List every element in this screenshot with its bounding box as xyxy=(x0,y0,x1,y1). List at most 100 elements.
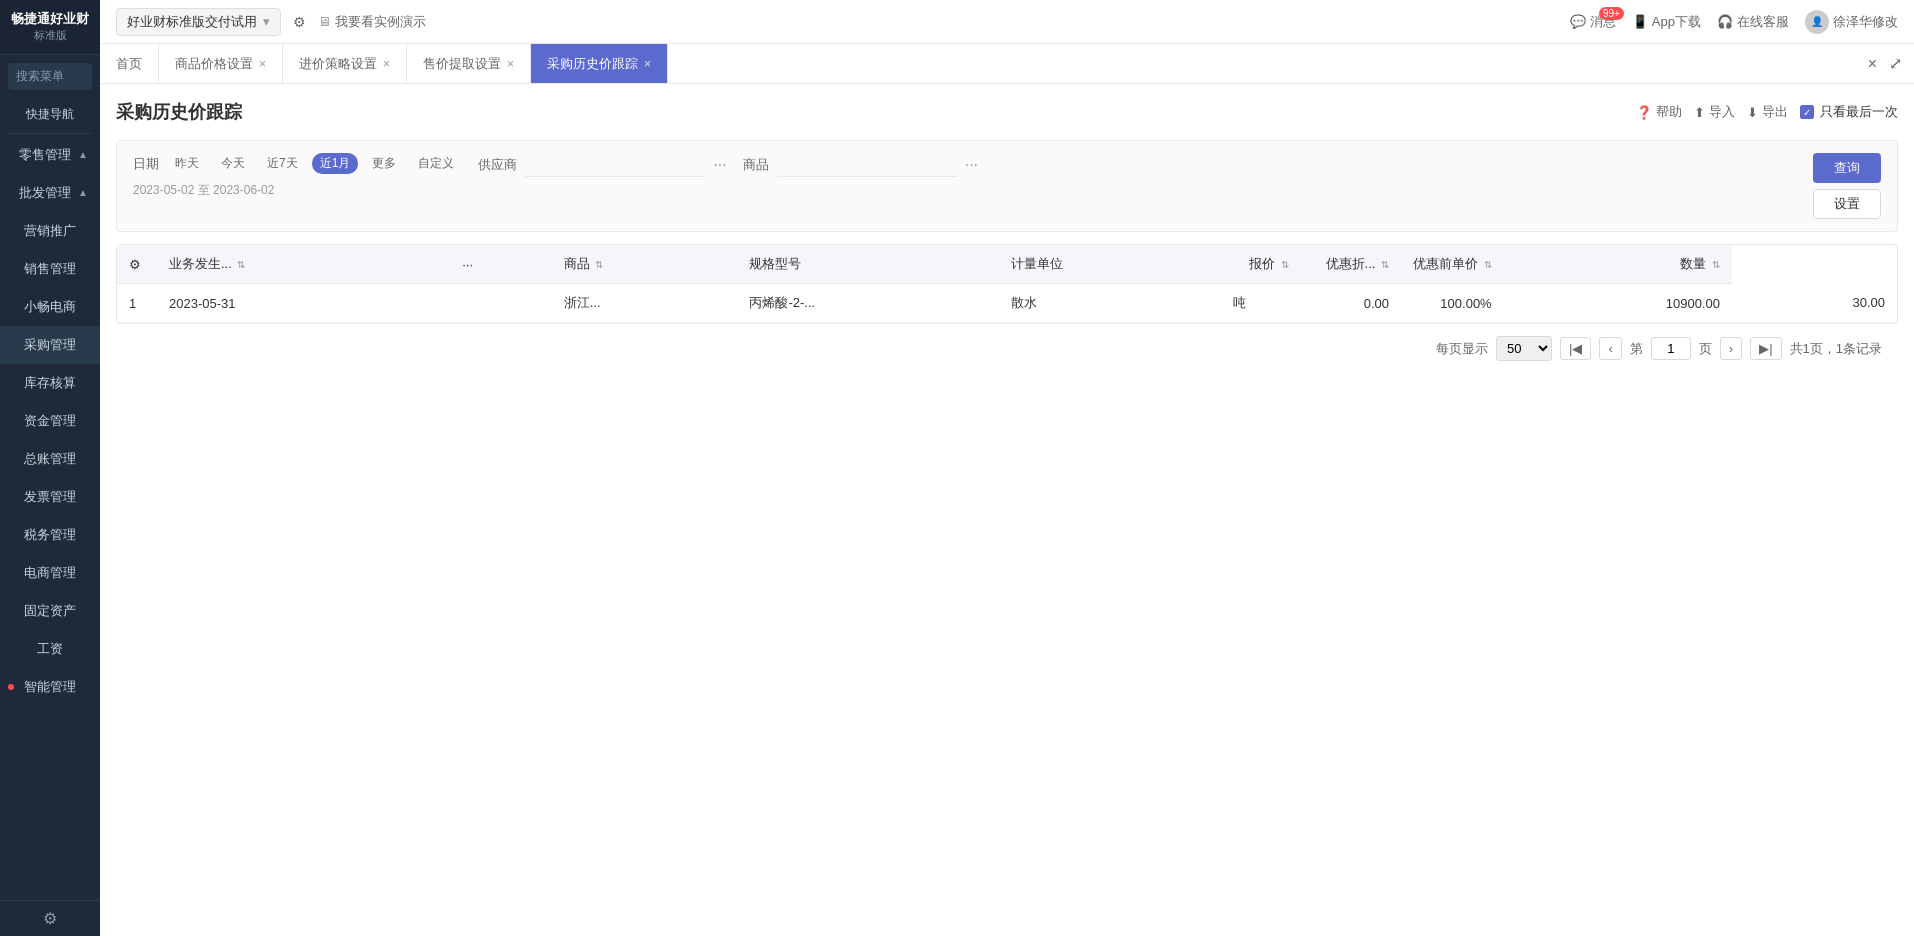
sidebar-item-marketing[interactable]: 营销推广 xyxy=(0,212,100,250)
query-button[interactable]: 查询 xyxy=(1813,153,1881,183)
sidebar-item-invoice[interactable]: 发票管理 xyxy=(0,478,100,516)
sidebar-item-retail[interactable]: 零售管理 ▲ xyxy=(0,136,100,174)
supplier-dots[interactable]: ··· xyxy=(713,156,726,174)
sidebar-item-tax[interactable]: 税务管理 xyxy=(0,516,100,554)
col-discount[interactable]: 优惠折... ⇅ xyxy=(1301,245,1401,284)
sidebar-item-purchase[interactable]: 采购管理 xyxy=(0,326,100,364)
export-icon: ⬇ xyxy=(1747,105,1758,120)
col-date[interactable]: 业务发生... ⇅ xyxy=(157,245,450,284)
col-supplier[interactable]: 商品 ⇅ xyxy=(552,245,738,284)
tab-price[interactable]: 商品价格设置 × xyxy=(159,44,283,83)
col-unit-price[interactable]: 优惠前单价 ⇅ xyxy=(1401,245,1504,284)
total-info: 共1页，1条记录 xyxy=(1790,340,1882,358)
topbar-gear-icon[interactable]: ⚙ xyxy=(293,14,306,30)
date-last7-btn[interactable]: 近7天 xyxy=(259,153,306,174)
col-gear[interactable]: ⚙ xyxy=(117,245,157,284)
col-spec-label: 计量单位 xyxy=(1011,256,1063,271)
col-product[interactable]: 规格型号 xyxy=(737,245,999,284)
tab-strategy[interactable]: 进价策略设置 × xyxy=(283,44,407,83)
col-dots[interactable]: ··· xyxy=(450,245,552,284)
tab-sale-price-label: 售价提取设置 xyxy=(423,55,501,73)
tab-price-close[interactable]: × xyxy=(259,57,266,71)
version-selector[interactable]: 好业财标准版交付试用 ▾ xyxy=(116,8,281,36)
page-size-label: 每页显示 xyxy=(1436,340,1488,358)
search-menu-button[interactable]: 搜索菜单 xyxy=(8,63,92,90)
tab-history-price-close[interactable]: × xyxy=(644,57,651,71)
sidebar-item-wholesale[interactable]: 批发管理 ▲ xyxy=(0,174,100,212)
supplier-input[interactable] xyxy=(525,153,705,177)
date-yesterday-btn[interactable]: 昨天 xyxy=(167,153,207,174)
help-icon: ❓ xyxy=(1636,105,1652,120)
sidebar-item-ecom[interactable]: 电商管理 xyxy=(0,554,100,592)
date-today-btn[interactable]: 今天 xyxy=(213,153,253,174)
settings-gear-icon[interactable]: ⚙ xyxy=(43,910,57,927)
col-spec[interactable]: 计量单位 xyxy=(999,245,1221,284)
sidebar-item-assets[interactable]: 固定资产 xyxy=(0,592,100,630)
date-filter-group: 日期 昨天 今天 近7天 近1月 更多 自定义 2023-05-02 至 202… xyxy=(133,153,462,199)
main-content: 好业财标准版交付试用 ▾ ⚙ 🖥 我要看实例演示 💬 消息 99+ 📱 App下… xyxy=(100,0,1914,936)
sidebar-item-ecom-small[interactable]: 小畅电商 xyxy=(0,288,100,326)
page-title: 采购历史价跟踪 xyxy=(116,100,242,124)
tab-strategy-close[interactable]: × xyxy=(383,57,390,71)
sort-icon-supplier: ⇅ xyxy=(595,259,603,270)
product-input[interactable] xyxy=(777,153,957,177)
sort-icon-unit-price: ⇅ xyxy=(1484,259,1492,270)
page-number-input[interactable] xyxy=(1651,337,1691,360)
settings-button[interactable]: 设置 xyxy=(1813,189,1881,219)
sort-icon-date: ⇅ xyxy=(237,259,245,270)
col-qty-label: 数量 xyxy=(1680,256,1706,271)
first-page-button[interactable]: |◀ xyxy=(1560,337,1591,360)
tab-home[interactable]: 首页 xyxy=(100,44,159,83)
sidebar-item-finance[interactable]: 资金管理 xyxy=(0,402,100,440)
prev-page-button[interactable]: ‹ xyxy=(1599,337,1621,360)
logo-title: 畅捷通好业财 xyxy=(8,10,92,28)
user-menu-button[interactable]: 👤 徐泽华修改 xyxy=(1805,10,1898,34)
col-qty[interactable]: 数量 ⇅ xyxy=(1504,245,1732,284)
tab-sale-price[interactable]: 售价提取设置 × xyxy=(407,44,531,83)
cell-product: 丙烯酸-2-... xyxy=(737,284,999,323)
next-page-button[interactable]: › xyxy=(1720,337,1742,360)
quick-nav-button[interactable]: 快捷导航 xyxy=(0,98,100,131)
help-button[interactable]: ❓ 帮助 xyxy=(1636,103,1682,121)
page-size-select[interactable]: 50 20 100 xyxy=(1496,336,1552,361)
app-download-button[interactable]: 📱 App下载 xyxy=(1632,13,1701,31)
col-price-label: 报价 xyxy=(1249,256,1275,271)
sidebar-item-ledger[interactable]: 总账管理 xyxy=(0,440,100,478)
tab-history-price[interactable]: 采购历史价跟踪 × xyxy=(531,44,668,83)
table-row: 1 2023-05-31 浙江... 丙烯酸-2-... 散水 吨 0.00 1… xyxy=(117,284,1897,323)
date-buttons: 昨天 今天 近7天 近1月 更多 自定义 xyxy=(167,153,462,174)
date-range-text: 2023-05-02 至 2023-06-02 xyxy=(133,182,462,199)
product-dots[interactable]: ··· xyxy=(965,156,978,174)
wholesale-arrow-icon: ▲ xyxy=(78,187,88,198)
sidebar-item-salary[interactable]: 工资 xyxy=(0,630,100,668)
message-badge: 99+ xyxy=(1599,7,1624,20)
sidebar-item-sales[interactable]: 销售管理 xyxy=(0,250,100,288)
tab-sale-price-close[interactable]: × xyxy=(507,57,514,71)
online-service-button[interactable]: 🎧 在线客服 xyxy=(1717,13,1789,31)
export-button[interactable]: ⬇ 导出 xyxy=(1747,103,1788,121)
monitor-icon: 🖥 xyxy=(318,14,331,29)
cell-qty: 30.00 xyxy=(1732,284,1897,323)
message-button[interactable]: 💬 消息 99+ xyxy=(1570,13,1616,31)
date-more-btn[interactable]: 更多 xyxy=(364,153,404,174)
retail-arrow-icon: ▲ xyxy=(78,149,88,160)
sidebar-search-area: 搜索菜单 xyxy=(0,55,100,98)
version-text: 好业财标准版交付试用 xyxy=(127,13,257,31)
only-last-checkbox[interactable]: ✓ 只看最后一次 xyxy=(1800,103,1898,121)
last-page-button[interactable]: ▶| xyxy=(1750,337,1781,360)
sidebar-item-smart[interactable]: 智能管理 xyxy=(0,668,100,706)
page-content: 采购历史价跟踪 ❓ 帮助 ⬆ 导入 ⬇ 导出 ✓ xyxy=(100,84,1914,936)
page-actions: ❓ 帮助 ⬆ 导入 ⬇ 导出 ✓ 只看最后一次 xyxy=(1636,103,1898,121)
headset-icon: 🎧 xyxy=(1717,14,1733,29)
checkbox-icon: ✓ xyxy=(1800,105,1814,119)
cell-supplier: 浙江... xyxy=(552,284,738,323)
import-button[interactable]: ⬆ 导入 xyxy=(1694,103,1735,121)
date-last1m-btn[interactable]: 近1月 xyxy=(312,153,359,174)
demo-button[interactable]: 🖥 我要看实例演示 xyxy=(318,13,426,31)
sidebar-item-inventory[interactable]: 库存核算 xyxy=(0,364,100,402)
tab-expand-button[interactable]: ⤢ xyxy=(1885,50,1906,77)
date-custom-btn[interactable]: 自定义 xyxy=(410,153,462,174)
col-price[interactable]: 报价 ⇅ xyxy=(1221,245,1301,284)
tab-history-price-label: 采购历史价跟踪 xyxy=(547,55,638,73)
tab-close-all-button[interactable]: × xyxy=(1864,51,1881,77)
